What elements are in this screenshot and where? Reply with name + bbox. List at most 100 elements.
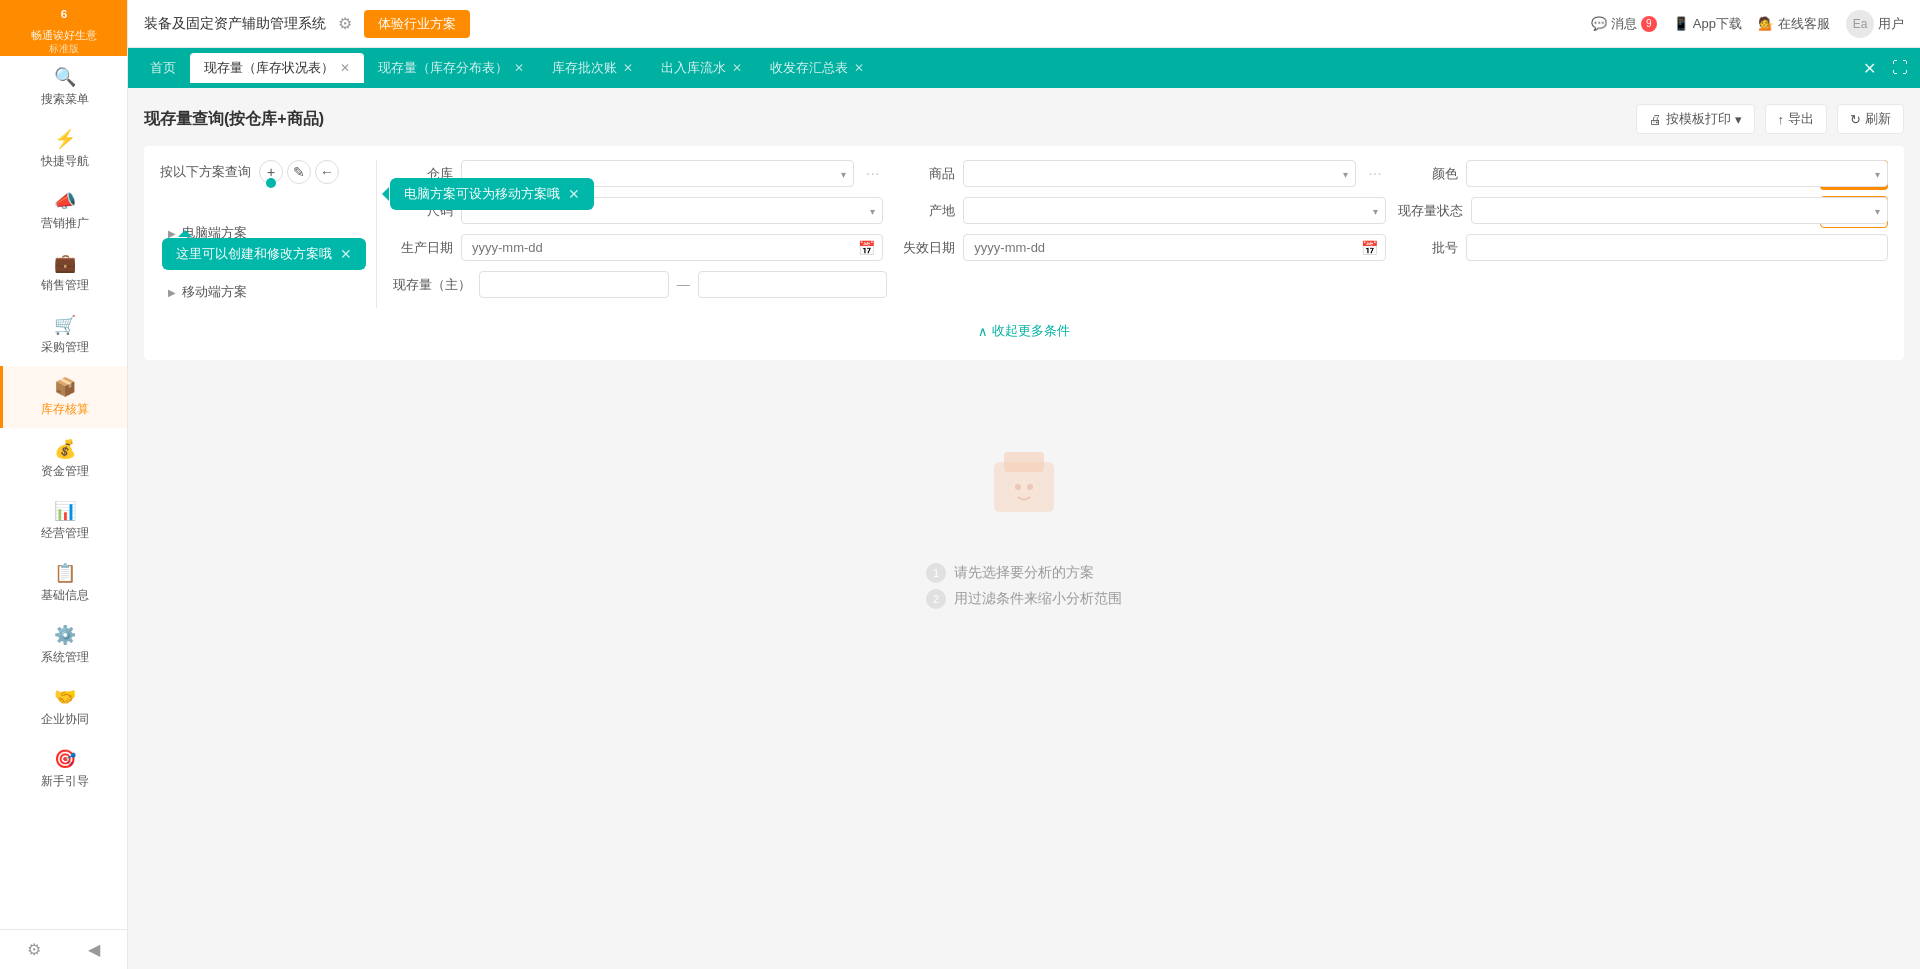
system-icon: ⚙️	[54, 624, 76, 646]
refresh-btn[interactable]: ↻ 刷新	[1837, 104, 1904, 134]
goods-dots-icon[interactable]: ···	[1364, 165, 1385, 183]
export-icon: ↑	[1778, 112, 1785, 127]
batch-input[interactable]	[1466, 234, 1888, 261]
filter-field-expiry-date: 失效日期 📅	[895, 234, 1385, 261]
tip-num-1: 1	[926, 563, 946, 583]
sidebar-item-finance[interactable]: 💰 资金管理	[0, 428, 127, 490]
print-icon: 🖨	[1649, 112, 1662, 127]
top-header: 装备及固定资产辅助管理系统 ⚙ 体验行业方案 💬 消息 9 📱 App下载 💁 …	[128, 0, 1920, 48]
stock-main-label: 现存量（主）	[393, 276, 471, 294]
page-actions: 🖨 按模板打印 ▾ ↑ 导出 ↻ 刷新	[1636, 104, 1905, 134]
tree-arrow-desktop: ▶	[168, 228, 176, 239]
tab-close-batch[interactable]: ✕	[623, 61, 633, 75]
tab-bar: 首页 现存量（库存状况表） ✕ 现存量（库存分布表） ✕ 库存批次账 ✕ 出入库…	[128, 48, 1920, 88]
sidebar-logo: 6 畅通诶好生意 标准版	[0, 0, 127, 56]
empty-illustration	[974, 432, 1074, 547]
scheme-divider	[376, 160, 377, 308]
prod-date-start-input[interactable]	[461, 234, 883, 261]
batch-input-wrap	[1466, 234, 1888, 261]
origin-select[interactable]	[963, 197, 1385, 224]
filter-field-prod-date: 生产日期 📅	[393, 234, 883, 261]
sidebar-item-guide[interactable]: 🎯 新手引导	[0, 738, 127, 800]
sidebar-item-inventory[interactable]: 📦 库存核算	[0, 366, 127, 428]
sidebar-item-marketing[interactable]: 📣 营销推广	[0, 180, 127, 242]
sidebar-item-management[interactable]: 📊 经营管理	[0, 490, 127, 552]
online-service-btn[interactable]: 💁 在线客服	[1758, 15, 1830, 33]
color-select[interactable]	[1466, 160, 1888, 187]
marketing-icon: 📣	[54, 190, 76, 212]
filter-panel: 查询 设置 按以下方案查询 + ✎ ←	[144, 146, 1904, 360]
service-icon: 💁	[1758, 16, 1774, 31]
tab-summary[interactable]: 收发存汇总表 ✕	[756, 53, 878, 83]
collapse-sidebar-icon[interactable]: ◀	[88, 940, 100, 959]
content-area: 现存量查询(按仓库+商品) 🖨 按模板打印 ▾ ↑ 导出 ↻ 刷新	[128, 88, 1920, 969]
message-btn[interactable]: 💬 消息 9	[1591, 15, 1657, 33]
tree-arrow-mobile: ▶	[168, 287, 176, 298]
filter-field-origin: 产地 ▾	[895, 197, 1385, 224]
industry-btn[interactable]: 体验行业方案	[364, 10, 470, 38]
sales-icon: 💼	[54, 252, 76, 274]
tooltip1-close-btn[interactable]: ✕	[568, 186, 580, 202]
search-icon: 🔍	[54, 66, 76, 88]
stock-status-select[interactable]	[1471, 197, 1888, 224]
tab-fullscreen-btn[interactable]: ⛶	[1888, 55, 1912, 81]
expiry-date-start-input[interactable]	[963, 234, 1385, 261]
expiry-date-start-wrap: 📅	[963, 234, 1385, 261]
stock-status-input-wrap: ▾	[1471, 197, 1888, 224]
tab-close-stock-dist[interactable]: ✕	[514, 61, 524, 75]
tab-close-stock-status[interactable]: ✕	[340, 61, 350, 75]
collapse-row[interactable]: ∧ 收起更多条件	[160, 316, 1888, 346]
user-menu[interactable]: Ea 用户	[1846, 10, 1904, 38]
warehouse-dots-icon[interactable]: ···	[862, 165, 883, 183]
nav-icon: ⚡	[54, 128, 76, 150]
page-header: 现存量查询(按仓库+商品) 🖨 按模板打印 ▾ ↑ 导出 ↻ 刷新	[144, 104, 1904, 134]
settings-bottom-icon[interactable]: ⚙	[27, 940, 41, 959]
sidebar-item-sales[interactable]: 💼 销售管理	[0, 242, 127, 304]
tab-inout[interactable]: 出入库流水 ✕	[647, 53, 756, 83]
stock-main-end-input[interactable]	[698, 271, 888, 298]
tab-close-summary[interactable]: ✕	[854, 61, 864, 75]
goods-input-wrap: ▾	[963, 160, 1356, 187]
scheme-row: 按以下方案查询 + ✎ ← 电脑方案可设为移动方案哦 ✕	[160, 160, 1888, 308]
scheme-left: 按以下方案查询 + ✎ ← 电脑方案可设为移动方案哦 ✕	[160, 160, 360, 305]
collapse-scheme-btn[interactable]: ←	[315, 160, 339, 184]
settings-icon[interactable]: ⚙	[338, 14, 352, 33]
tab-batch[interactable]: 库存批次账 ✕	[538, 53, 647, 83]
tab-bar-actions: ✕ ⛶	[1859, 55, 1912, 82]
logo-text: 畅通诶好生意	[31, 29, 97, 42]
sidebar-item-system[interactable]: ⚙️ 系统管理	[0, 614, 127, 676]
sidebar-item-collab[interactable]: 🤝 企业协同	[0, 676, 127, 738]
tab-home[interactable]: 首页	[136, 53, 190, 83]
stock-main-start-input[interactable]	[479, 271, 669, 298]
tab-close-all-btn[interactable]: ✕	[1859, 55, 1880, 82]
edit-scheme-btn[interactable]: ✎	[287, 160, 311, 184]
sidebar-item-purchase[interactable]: 🛒 采购管理	[0, 304, 127, 366]
color-input-wrap: ▾	[1466, 160, 1888, 187]
filter-row-3: 生产日期 📅 失效日期 📅	[393, 234, 1888, 261]
export-btn[interactable]: ↑ 导出	[1765, 104, 1828, 134]
tooltip-edit-scheme[interactable]: 这里可以创建和修改方案哦 ✕	[162, 238, 366, 270]
finance-icon: 💰	[54, 438, 76, 460]
prod-date-label: 生产日期	[393, 239, 453, 257]
tab-stock-status[interactable]: 现存量（库存状况表） ✕	[190, 53, 364, 83]
header-left: 装备及固定资产辅助管理系统 ⚙ 体验行业方案	[144, 10, 470, 38]
message-icon: 💬	[1591, 16, 1607, 31]
sidebar-item-search[interactable]: 🔍 搜索菜单	[0, 56, 127, 118]
tab-close-inout[interactable]: ✕	[732, 61, 742, 75]
origin-input-wrap: ▾	[963, 197, 1385, 224]
goods-select[interactable]	[963, 160, 1356, 187]
main-area: 装备及固定资产辅助管理系统 ⚙ 体验行业方案 💬 消息 9 📱 App下载 💁 …	[128, 0, 1920, 969]
scheme-mobile[interactable]: ▶ 移动端方案	[160, 279, 360, 305]
collapse-up-icon: ∧	[978, 324, 988, 339]
tooltip2-close-btn[interactable]: ✕	[340, 246, 352, 262]
refresh-icon: ↻	[1850, 112, 1861, 127]
sidebar-item-nav[interactable]: ⚡ 快捷导航	[0, 118, 127, 180]
phone-icon: 📱	[1673, 16, 1689, 31]
template-print-btn[interactable]: 🖨 按模板打印 ▾	[1636, 104, 1755, 134]
stock-main-end-wrap	[698, 271, 888, 298]
tab-stock-dist[interactable]: 现存量（库存分布表） ✕	[364, 53, 538, 83]
empty-tip-2: 2 用过滤条件来缩小分析范围	[926, 589, 1122, 609]
app-download-btn[interactable]: 📱 App下载	[1673, 15, 1742, 33]
tooltip-desktop-scheme[interactable]: 电脑方案可设为移动方案哦 ✕	[390, 178, 594, 210]
sidebar-item-basic[interactable]: 📋 基础信息	[0, 552, 127, 614]
